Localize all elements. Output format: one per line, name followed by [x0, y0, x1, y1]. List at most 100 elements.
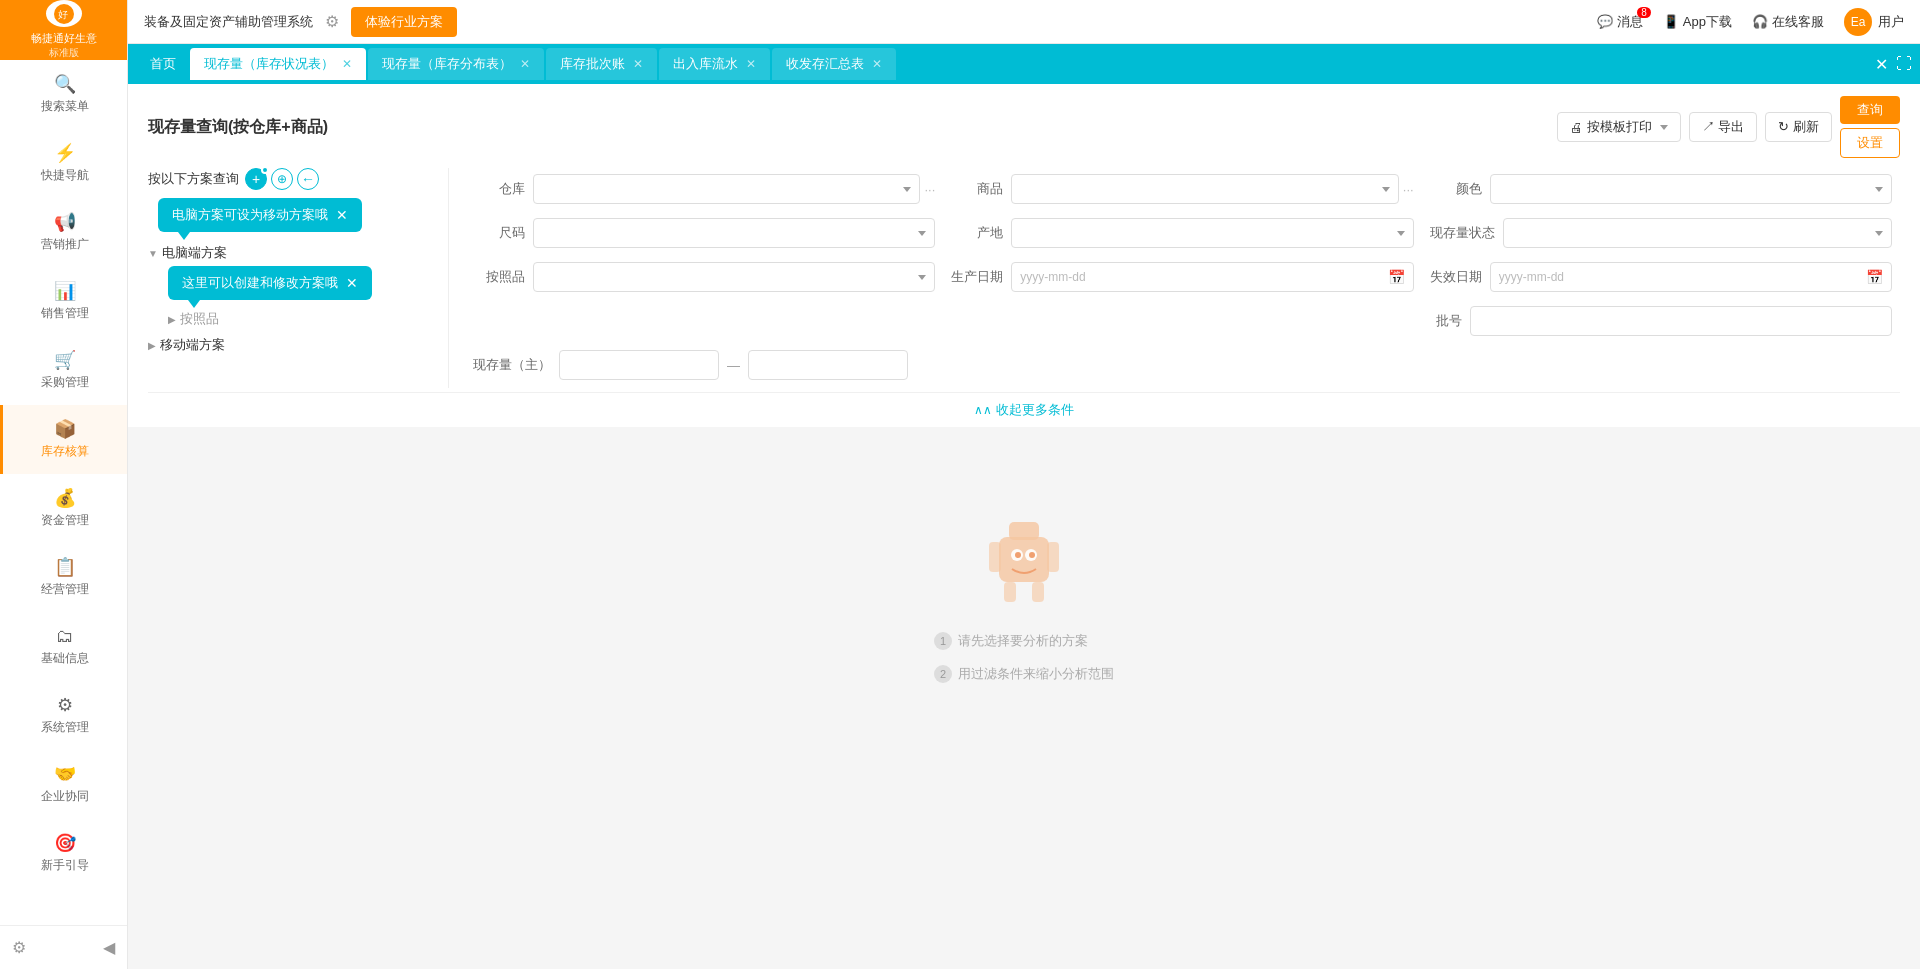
produce-date-placeholder: yyyy-mm-dd	[1020, 270, 1085, 284]
topbar-settings-btn[interactable]: ⚙	[325, 12, 339, 31]
sidebar-item-finance[interactable]: 💰 资金管理	[0, 474, 127, 543]
empty-tip-2: 2 用过滤条件来缩小分析范围	[934, 660, 1114, 689]
back-btn[interactable]: ←	[297, 168, 319, 190]
experience-btn[interactable]: 体验行业方案	[351, 7, 457, 37]
tab-close-collect[interactable]: ✕	[872, 57, 882, 71]
sidebar-item-inventory[interactable]: 📦 库存核算	[0, 405, 127, 474]
label-category: 按照品	[473, 268, 533, 286]
field-category: 按照品	[465, 256, 943, 298]
label-color: 颜色	[1430, 180, 1490, 198]
online-service-btn[interactable]: 🎧 在线客服	[1752, 13, 1824, 31]
export-btn[interactable]: ↗ 导出	[1689, 112, 1758, 142]
export-icon: ↗	[1702, 119, 1715, 134]
tab-inventory-status[interactable]: 现存量（库存状况表） ✕	[190, 48, 366, 80]
tab-expand-icon[interactable]: ⛶	[1896, 55, 1912, 73]
tab-batch[interactable]: 库存批次账 ✕	[546, 48, 657, 80]
select-origin[interactable]	[1011, 218, 1413, 248]
tab-close-inout[interactable]: ✕	[746, 57, 756, 71]
sidebar-bottom: ⚙ ◀	[0, 925, 127, 969]
sidebar-item-purchase[interactable]: 🛒 采购管理	[0, 336, 127, 405]
select-warehouse[interactable]	[533, 174, 920, 204]
sidebar-item-marketing[interactable]: 📢 营销推广	[0, 198, 127, 267]
tab-close-inventory-status[interactable]: ✕	[342, 57, 352, 71]
tab-inventory-dist[interactable]: 现存量（库存分布表） ✕	[368, 48, 544, 80]
input-produce-date[interactable]: yyyy-mm-dd 📅	[1011, 262, 1413, 292]
warehouse-more-icon[interactable]: ···	[924, 182, 935, 197]
pc-scheme-arrow: ▼	[148, 248, 158, 259]
message-btn[interactable]: 💬 消息 8	[1597, 13, 1643, 31]
field-produce-date: 生产日期 yyyy-mm-dd 📅	[943, 256, 1421, 298]
user-avatar-area[interactable]: Ea 用户	[1844, 8, 1904, 36]
sub-scheme-row[interactable]: ▶ 按照品	[148, 306, 448, 332]
query-panel: 现存量查询(按仓库+商品) 🖨 按模板打印 ↗ 导出 ↻ 刷新	[128, 84, 1920, 427]
print-btn[interactable]: 🖨 按模板打印	[1557, 112, 1681, 142]
sidebar-item-newbie[interactable]: 🎯 新手引导	[0, 819, 127, 888]
tooltip2-close[interactable]: ✕	[346, 275, 358, 291]
label-warehouse: 仓库	[473, 180, 533, 198]
select-size[interactable]	[533, 218, 935, 248]
select-stock-status[interactable]	[1503, 218, 1892, 248]
add-scheme-btn[interactable]: +	[245, 168, 267, 190]
field-goods: 商品 ···	[943, 168, 1421, 210]
input-stock-max[interactable]	[748, 350, 908, 380]
tab-close-all-icon[interactable]: ✕	[1875, 55, 1888, 74]
select-goods[interactable]	[1011, 174, 1398, 204]
size-dropdown-icon	[918, 231, 926, 236]
tabbar: 首页 现存量（库存状况表） ✕ 现存量（库存分布表） ✕ 库存批次账 ✕ 出入库…	[128, 44, 1920, 84]
label-goods: 商品	[951, 180, 1011, 198]
field-size: 尺码	[465, 212, 943, 254]
system-title: 装备及固定资产辅助管理系统	[144, 13, 313, 31]
input-stock-min[interactable]	[559, 350, 719, 380]
search-setting-btns: 查询 设置	[1840, 96, 1900, 158]
filter-label: 按以下方案查询	[148, 170, 239, 188]
sidebar-item-search[interactable]: 🔍 搜索菜单	[0, 60, 127, 129]
basic-icon: 🗂	[55, 626, 75, 646]
mobile-scheme-row[interactable]: ▶ 移动端方案	[148, 332, 448, 358]
sidebar-item-operation[interactable]: 📋 经营管理	[0, 543, 127, 612]
input-batch-no[interactable]	[1470, 306, 1892, 336]
pc-scheme-row[interactable]: ▼ 电脑端方案	[148, 240, 448, 266]
tab-home[interactable]: 首页	[136, 48, 190, 80]
sidebar-collapse-icon[interactable]: ◀	[103, 938, 115, 957]
mobile-scheme-arrow: ▶	[148, 340, 156, 351]
sidebar-settings-icon[interactable]: ⚙	[12, 938, 26, 957]
label-size: 尺码	[473, 224, 533, 242]
select-color[interactable]	[1490, 174, 1892, 204]
input-expire-date[interactable]: yyyy-mm-dd 📅	[1490, 262, 1892, 292]
tooltip2-arrow	[188, 300, 200, 308]
empty-state: 1 请先选择要分析的方案 2 用过滤条件来缩小分析范围	[128, 427, 1920, 768]
search-btn[interactable]: 查询	[1840, 96, 1900, 124]
filter-row: 按以下方案查询 + ⊕ ←	[148, 168, 1900, 388]
sidebar-item-enterprise[interactable]: 🤝 企业协同	[0, 750, 127, 819]
form-row-1: 仓库 ··· 商品	[465, 168, 1900, 210]
field-stock-status: 现存量状态	[1422, 212, 1900, 254]
topbar-right: 💬 消息 8 📱 App下载 🎧 在线客服 Ea 用户	[1597, 8, 1904, 36]
refresh-btn[interactable]: ↻ 刷新	[1765, 112, 1832, 142]
purchase-icon: 🛒	[55, 350, 75, 370]
page-title: 现存量查询(按仓库+商品)	[148, 117, 328, 138]
collapse-btn[interactable]: ∧∧ 收起更多条件	[148, 392, 1900, 427]
tooltip1-close[interactable]: ✕	[336, 207, 348, 223]
print-dropdown-icon	[1660, 125, 1668, 130]
sidebar-item-quick[interactable]: ⚡ 快捷导航	[0, 129, 127, 198]
sidebar-item-sales[interactable]: 📊 销售管理	[0, 267, 127, 336]
produce-date-cal-icon: 📅	[1388, 269, 1405, 285]
goods-more-icon[interactable]: ···	[1403, 182, 1414, 197]
sales-icon: 📊	[55, 281, 75, 301]
sidebar-item-basic[interactable]: 🗂 基础信息	[0, 612, 127, 681]
tab-inout[interactable]: 出入库流水 ✕	[659, 48, 770, 80]
tab-collect[interactable]: 收发存汇总表 ✕	[772, 48, 896, 80]
sub-scheme-arrow: ▶	[168, 314, 176, 325]
copy-scheme-btn[interactable]: ⊕	[271, 168, 293, 190]
tab-close-batch[interactable]: ✕	[633, 57, 643, 71]
app-download-btn[interactable]: 📱 App下载	[1663, 13, 1732, 31]
topbar: 装备及固定资产辅助管理系统 ⚙ 体验行业方案 💬 消息 8 📱 App下载 🎧 …	[128, 0, 1920, 44]
form-row-3: 按照品 生产日期 yyyy-mm-dd 📅	[465, 256, 1900, 298]
quick-icon: ⚡	[55, 143, 75, 163]
tab-close-inventory-dist[interactable]: ✕	[520, 57, 530, 71]
sidebar-item-system[interactable]: ⚙ 系统管理	[0, 681, 127, 750]
setting-btn[interactable]: 设置	[1840, 128, 1900, 158]
field-expire-date: 失效日期 yyyy-mm-dd 📅	[1422, 256, 1900, 298]
select-category[interactable]	[533, 262, 935, 292]
tip-num-2: 2	[934, 665, 952, 683]
